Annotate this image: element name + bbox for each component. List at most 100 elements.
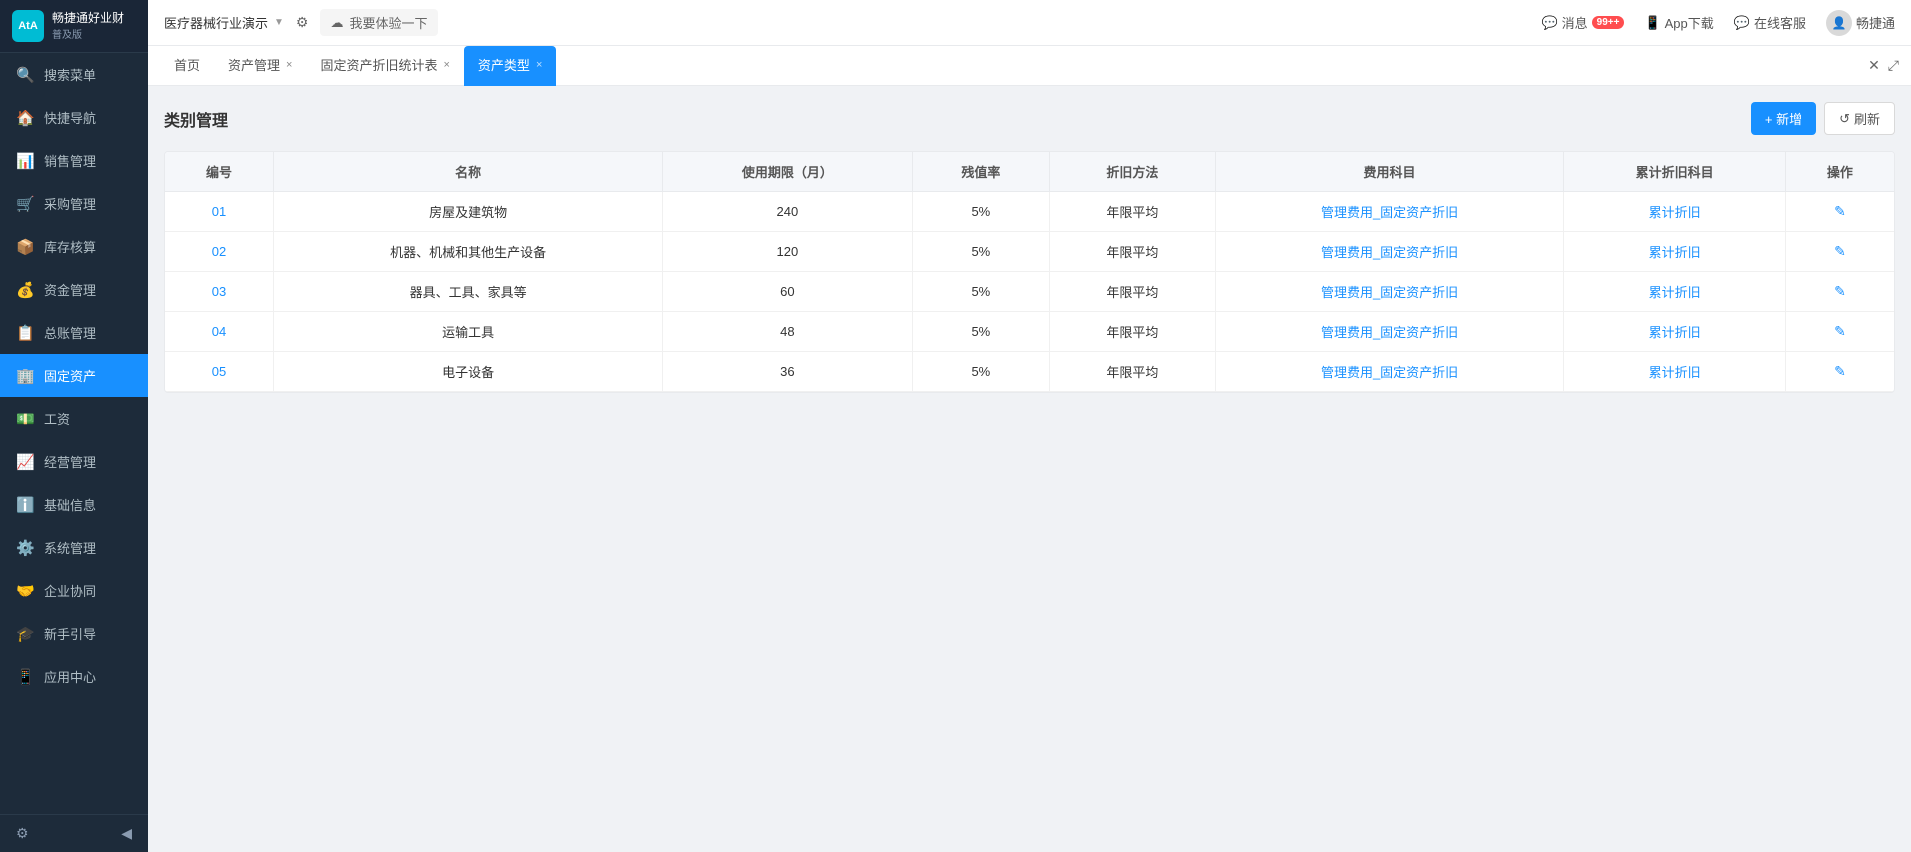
cell-name: 运输工具 — [274, 312, 663, 352]
window-expand-button[interactable]: ⤢ — [1888, 57, 1899, 74]
cell-action[interactable]: ✎ — [1785, 192, 1894, 232]
purchase-icon: 🛒 — [16, 195, 34, 213]
tab-asset-manage[interactable]: 资产管理 × — [214, 46, 306, 86]
sidebar-item-search[interactable]: 🔍 搜索菜单 — [0, 53, 148, 96]
ledger-icon: 📋 — [16, 324, 34, 342]
online-service-button[interactable]: 💬 在线客服 — [1734, 13, 1806, 32]
cell-accumulated: 累计折旧 — [1564, 232, 1785, 272]
app-download-label: App下载 — [1665, 13, 1714, 32]
sidebar-item-label: 企业协同 — [44, 581, 96, 600]
sidebar-item-capital[interactable]: 💰 资金管理 — [0, 268, 148, 311]
fixed-assets-icon: 🏢 — [16, 367, 34, 385]
sidebar-item-app[interactable]: 📱 应用中心 — [0, 655, 148, 698]
sidebar-item-guide[interactable]: 🎓 新手引导 — [0, 612, 148, 655]
table-row: 04 运输工具 48 5% 年限平均 管理费用_固定资产折旧 累计折旧 ✎ — [165, 312, 1894, 352]
app-center-icon: 📱 — [16, 668, 34, 686]
cell-method: 年限平均 — [1050, 192, 1216, 232]
tab-asset-manage-close[interactable]: × — [286, 59, 292, 71]
operation-icon: 📈 — [16, 453, 34, 471]
settings-icon[interactable]: ⚙ — [296, 14, 309, 31]
cell-action[interactable]: ✎ — [1785, 232, 1894, 272]
sidebar-item-label: 系统管理 — [44, 538, 96, 557]
cell-expense: 管理费用_固定资产折旧 — [1215, 232, 1564, 272]
sidebar-item-label: 采购管理 — [44, 194, 96, 213]
home-icon: 🏠 — [16, 109, 34, 127]
cell-accumulated: 累计折旧 — [1564, 352, 1785, 392]
cell-residual: 5% — [912, 352, 1050, 392]
app-edition: 普及版 — [52, 26, 124, 41]
sidebar-item-operation[interactable]: 📈 经营管理 — [0, 440, 148, 483]
user-profile[interactable]: 👤 畅捷通 — [1826, 10, 1895, 36]
message-button[interactable]: 💬 消息 99++ — [1541, 13, 1624, 32]
cell-code: 01 — [165, 192, 274, 232]
settings-footer-icon[interactable]: ⚙ — [16, 825, 29, 842]
tab-asset-type-close[interactable]: × — [536, 59, 542, 71]
sidebar-logo: AtA 畅捷通好业财 普及版 — [0, 0, 148, 53]
sidebar-item-label: 基础信息 — [44, 495, 96, 514]
cell-period: 60 — [663, 272, 912, 312]
demo-button[interactable]: ☁ 我要体验一下 — [320, 9, 437, 36]
refresh-button[interactable]: ↺ 刷新 — [1824, 102, 1895, 135]
content-area: 类别管理 + 新增 ↺ 刷新 编号 名称 使用期限（月） 残值率 折旧方法 — [148, 86, 1911, 852]
cell-action[interactable]: ✎ — [1785, 352, 1894, 392]
main-area: 医疗器械行业演示 ▼ ⚙ ☁ 我要体验一下 💬 消息 99++ 📱 App下载 … — [148, 0, 1911, 852]
sidebar-item-inventory[interactable]: 📦 库存核算 — [0, 225, 148, 268]
tab-depreciation-close[interactable]: × — [443, 59, 449, 71]
company-selector[interactable]: 医疗器械行业演示 ▼ — [164, 13, 284, 32]
table-row: 01 房屋及建筑物 240 5% 年限平均 管理费用_固定资产折旧 累计折旧 ✎ — [165, 192, 1894, 232]
cell-code: 04 — [165, 312, 274, 352]
sidebar-item-quicknav[interactable]: 🏠 快捷导航 — [0, 96, 148, 139]
col-period: 使用期限（月） — [663, 152, 912, 192]
capital-icon: 💰 — [16, 281, 34, 299]
cell-method: 年限平均 — [1050, 232, 1216, 272]
tab-asset-type[interactable]: 资产类型 × — [464, 46, 556, 86]
sidebar-item-label: 销售管理 — [44, 151, 96, 170]
table: 编号 名称 使用期限（月） 残值率 折旧方法 费用科目 累计折旧科目 操作 01… — [165, 152, 1894, 392]
tab-home[interactable]: 首页 — [160, 46, 214, 86]
message-label: 消息 — [1562, 13, 1588, 32]
sidebar-item-label: 快捷导航 — [44, 108, 96, 127]
cell-code: 03 — [165, 272, 274, 312]
tab-depreciation-label: 固定资产折旧统计表 — [320, 55, 437, 74]
sidebar-item-label: 新手引导 — [44, 624, 96, 643]
page-header: 类别管理 + 新增 ↺ 刷新 — [164, 102, 1895, 135]
edit-icon[interactable]: ✎ — [1834, 363, 1846, 379]
sidebar-item-label: 总账管理 — [44, 323, 96, 342]
sidebar-item-fixed[interactable]: 🏢 固定资产 — [0, 354, 148, 397]
sidebar-item-sales[interactable]: 📊 销售管理 — [0, 139, 148, 182]
window-close-button[interactable]: ✕ — [1868, 57, 1880, 74]
sidebar-item-salary[interactable]: 💵 工资 — [0, 397, 148, 440]
cell-residual: 5% — [912, 232, 1050, 272]
sidebar-item-label: 固定资产 — [44, 366, 96, 385]
cell-accumulated: 累计折旧 — [1564, 312, 1785, 352]
collapse-icon[interactable]: ◀ — [121, 825, 132, 842]
cell-expense: 管理费用_固定资产折旧 — [1215, 312, 1564, 352]
tab-depreciation-table[interactable]: 固定资产折旧统计表 × — [306, 46, 463, 86]
edit-icon[interactable]: ✎ — [1834, 243, 1846, 259]
sidebar-item-system[interactable]: ⚙️ 系统管理 — [0, 526, 148, 569]
tabs-bar: 首页 资产管理 × 固定资产折旧统计表 × 资产类型 × ✕ ⤢ — [148, 46, 1911, 86]
cell-expense: 管理费用_固定资产折旧 — [1215, 272, 1564, 312]
sidebar-item-cooperation[interactable]: 🤝 企业协同 — [0, 569, 148, 612]
asset-type-table: 编号 名称 使用期限（月） 残值率 折旧方法 费用科目 累计折旧科目 操作 01… — [164, 151, 1895, 393]
page-title: 类别管理 — [164, 107, 228, 131]
service-icon: 💬 — [1734, 15, 1750, 31]
edit-icon[interactable]: ✎ — [1834, 323, 1846, 339]
col-method: 折旧方法 — [1050, 152, 1216, 192]
sidebar: AtA 畅捷通好业财 普及版 🔍 搜索菜单 🏠 快捷导航 📊 销售管理 🛒 采购… — [0, 0, 148, 852]
sidebar-item-basic[interactable]: ℹ️ 基础信息 — [0, 483, 148, 526]
cell-period: 48 — [663, 312, 912, 352]
sidebar-item-ledger[interactable]: 📋 总账管理 — [0, 311, 148, 354]
new-button[interactable]: + 新增 — [1751, 102, 1816, 135]
sidebar-item-label: 经营管理 — [44, 452, 96, 471]
app-download-button[interactable]: 📱 App下载 — [1644, 13, 1713, 32]
cell-action[interactable]: ✎ — [1785, 272, 1894, 312]
cell-period: 36 — [663, 352, 912, 392]
cell-action[interactable]: ✎ — [1785, 312, 1894, 352]
edit-icon[interactable]: ✎ — [1834, 203, 1846, 219]
sidebar-item-purchase[interactable]: 🛒 采购管理 — [0, 182, 148, 225]
edit-icon[interactable]: ✎ — [1834, 283, 1846, 299]
table-row: 05 电子设备 36 5% 年限平均 管理费用_固定资产折旧 累计折旧 ✎ — [165, 352, 1894, 392]
system-icon: ⚙️ — [16, 539, 34, 557]
col-expense: 费用科目 — [1215, 152, 1564, 192]
